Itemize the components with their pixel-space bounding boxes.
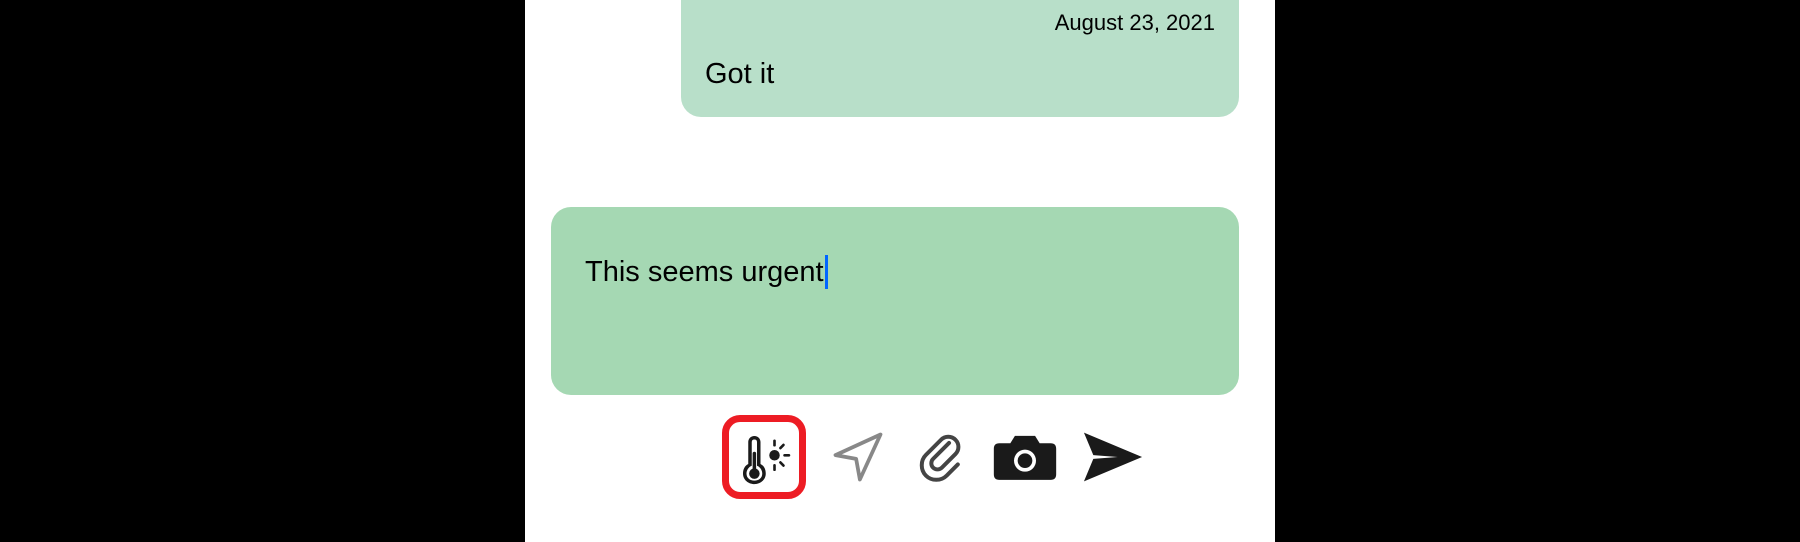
paperclip-icon xyxy=(910,427,970,487)
compose-toolbar xyxy=(722,415,1146,499)
camera-button[interactable] xyxy=(992,429,1058,485)
received-message-bubble: August 23, 2021 Got it xyxy=(681,0,1239,117)
highlighted-temperature-button[interactable] xyxy=(722,415,806,499)
location-button[interactable] xyxy=(828,427,888,487)
compose-text: This seems urgent xyxy=(585,256,824,289)
compose-message-box[interactable]: This seems urgent xyxy=(551,207,1239,395)
message-date: August 23, 2021 xyxy=(705,10,1215,36)
attachment-button[interactable] xyxy=(910,427,970,487)
text-cursor xyxy=(825,255,828,289)
camera-icon xyxy=(992,429,1058,485)
send-button[interactable] xyxy=(1080,427,1146,487)
compose-text-wrapper: This seems urgent xyxy=(585,255,1205,289)
message-text: Got it xyxy=(705,58,1215,91)
send-icon xyxy=(1080,427,1146,487)
temperature-icon xyxy=(736,429,792,485)
chat-screen: August 23, 2021 Got it This seems urgent xyxy=(525,0,1275,542)
location-arrow-icon xyxy=(828,427,888,487)
